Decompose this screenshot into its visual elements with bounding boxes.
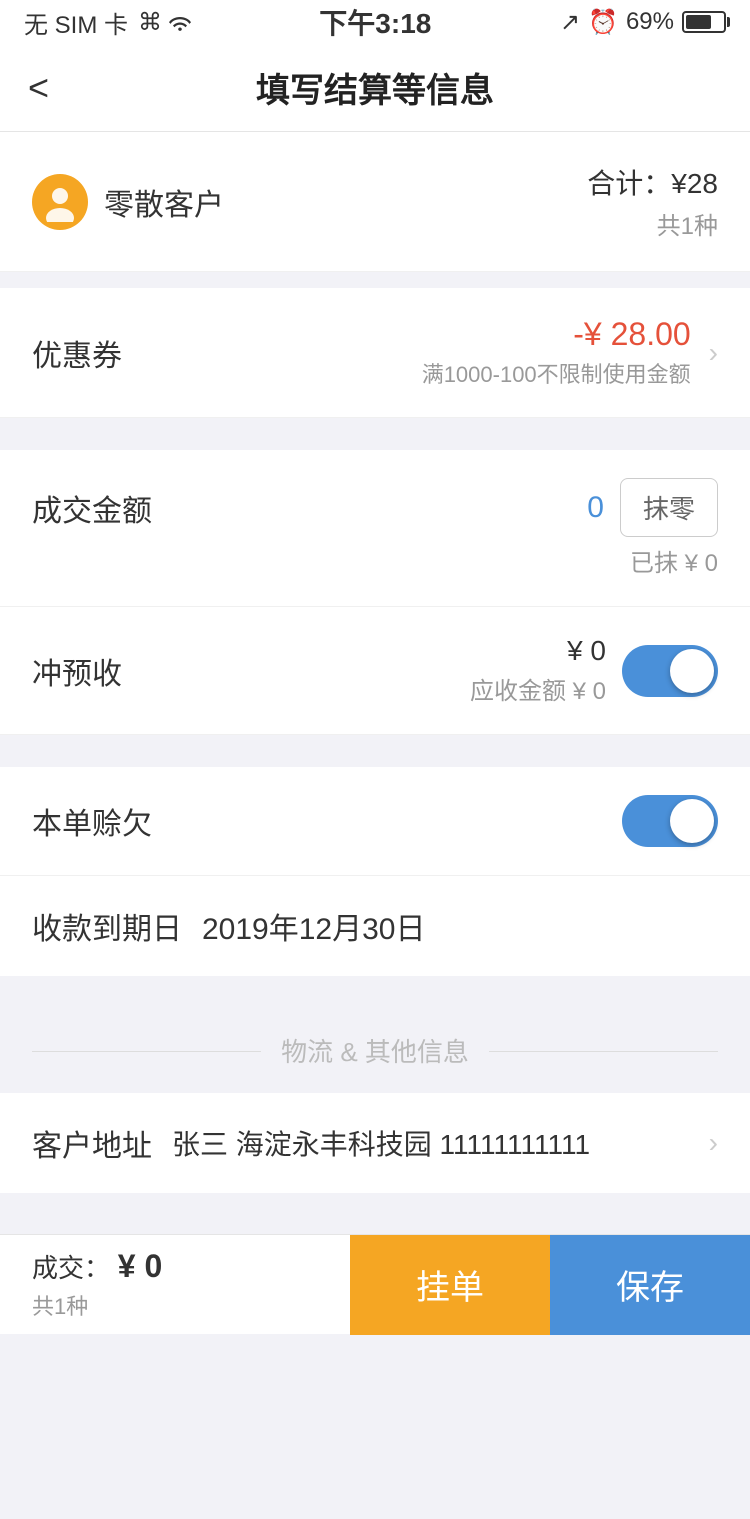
amount-sub: 已抹 ¥ 0 bbox=[32, 543, 718, 578]
transaction-card: 成交金额 0 抹零 已抹 ¥ 0 冲预收 ¥ 0 应收金额 ¥ 0 bbox=[0, 450, 750, 735]
divider-3 bbox=[0, 992, 750, 1008]
round-button[interactable]: 抹零 bbox=[620, 478, 718, 537]
back-button[interactable]: < bbox=[28, 67, 49, 109]
coupon-amount: -¥ 28.00 bbox=[422, 316, 691, 353]
coupon-label: 优惠券 bbox=[32, 331, 122, 375]
prereceipt-label: 冲预收 bbox=[32, 649, 122, 693]
customer-left: 零散客户 bbox=[32, 174, 224, 230]
item-count: 共1种 bbox=[587, 206, 718, 241]
status-bar: 无 SIM 卡 ⌘ 下午3:18 ↗ ⏰ 69% bbox=[0, 0, 750, 44]
carrier-text: 无 SIM 卡 bbox=[24, 5, 128, 40]
duedate-row: 收款到期日 2019年12月30日 bbox=[0, 875, 750, 976]
coupon-row[interactable]: 优惠券 -¥ 28.00 满1000-100不限制使用金额 › bbox=[0, 288, 750, 418]
bottom-item-count: 共1种 bbox=[32, 1289, 350, 1321]
bottom-deal-line: 成交： ¥ 0 bbox=[32, 1248, 350, 1285]
address-label: 客户地址 bbox=[32, 1121, 152, 1165]
divider-1 bbox=[0, 434, 750, 450]
coupon-desc: 满1000-100不限制使用金额 bbox=[422, 357, 691, 389]
duedate-value[interactable]: 2019年12月30日 bbox=[202, 904, 425, 948]
page-title: 填写结算等信息 bbox=[256, 63, 494, 112]
avatar bbox=[32, 174, 88, 230]
battery-icon bbox=[682, 11, 726, 33]
divider-2 bbox=[0, 751, 750, 767]
prereceipt-toggle[interactable] bbox=[622, 645, 718, 697]
debt-toggle[interactable] bbox=[622, 795, 718, 847]
toggle-knob bbox=[670, 649, 714, 693]
amount-row: 成交金额 0 抹零 已抹 ¥ 0 bbox=[0, 450, 750, 607]
battery-percentage: 69% bbox=[626, 8, 674, 36]
prereceipt-row: 冲预收 ¥ 0 应收金额 ¥ 0 bbox=[0, 607, 750, 735]
coupon-right: -¥ 28.00 满1000-100不限制使用金额 › bbox=[422, 316, 718, 389]
status-right: ↗ ⏰ 69% bbox=[560, 8, 726, 37]
status-left: 无 SIM 卡 ⌘ bbox=[24, 5, 191, 40]
debt-label: 本单赊欠 bbox=[32, 799, 152, 843]
debt-card: 本单赊欠 收款到期日 2019年12月30日 bbox=[0, 767, 750, 976]
amount-label: 成交金额 bbox=[32, 486, 152, 530]
bottom-bar: 成交： ¥ 0 共1种 挂单 保存 bbox=[0, 1234, 750, 1334]
prereceipt-right: ¥ 0 应收金额 ¥ 0 bbox=[470, 635, 718, 706]
amount-value[interactable]: 0 bbox=[587, 491, 604, 525]
location-icon: ↗ bbox=[560, 8, 580, 37]
customer-card: 零散客户 合计：¥28 共1种 bbox=[0, 132, 750, 272]
status-time: 下午3:18 bbox=[319, 2, 431, 42]
debt-toggle-knob bbox=[670, 799, 714, 843]
amount-row-top: 成交金额 0 抹零 bbox=[32, 478, 718, 537]
address-card: 客户地址 张三 海淀永丰科技园 11111111111 › bbox=[0, 1093, 750, 1193]
logistics-section: 物流 & 其他信息 bbox=[0, 1008, 750, 1093]
save-button[interactable]: 保存 bbox=[550, 1235, 750, 1335]
customer-row: 零散客户 合计：¥28 共1种 bbox=[0, 132, 750, 272]
bottom-deal-label: 成交： bbox=[32, 1253, 110, 1283]
wifi-icon: ⌘ bbox=[138, 8, 191, 37]
prereceipt-sub: 应收金额 ¥ 0 bbox=[470, 671, 606, 706]
logistics-text: 物流 & 其他信息 bbox=[261, 1032, 489, 1069]
address-chevron-icon: › bbox=[709, 1127, 718, 1159]
prereceipt-main: ¥ 0 bbox=[470, 635, 606, 667]
duedate-label: 收款到期日 bbox=[32, 904, 182, 948]
customer-right: 合计：¥28 共1种 bbox=[587, 162, 718, 241]
coupon-chevron-icon: › bbox=[709, 337, 718, 369]
debt-row: 本单赊欠 bbox=[0, 767, 750, 875]
coupon-info: -¥ 28.00 满1000-100不限制使用金额 bbox=[422, 316, 691, 389]
hold-button[interactable]: 挂单 bbox=[350, 1235, 550, 1335]
address-value: 张三 海淀永丰科技园 11111111111 bbox=[172, 1123, 701, 1163]
amount-right: 0 抹零 bbox=[587, 478, 718, 537]
customer-name: 零散客户 bbox=[104, 180, 224, 224]
bottom-deal-amount: ¥ 0 bbox=[118, 1248, 162, 1284]
prereceipt-values: ¥ 0 应收金额 ¥ 0 bbox=[470, 635, 606, 706]
address-row[interactable]: 客户地址 张三 海淀永丰科技园 11111111111 › bbox=[0, 1093, 750, 1193]
alarm-icon: ⏰ bbox=[588, 8, 618, 37]
total-amount: 合计：¥28 bbox=[587, 162, 718, 202]
coupon-card: 优惠券 -¥ 28.00 满1000-100不限制使用金额 › bbox=[0, 288, 750, 418]
bottom-info: 成交： ¥ 0 共1种 bbox=[0, 1248, 350, 1321]
nav-bar: < 填写结算等信息 bbox=[0, 44, 750, 132]
